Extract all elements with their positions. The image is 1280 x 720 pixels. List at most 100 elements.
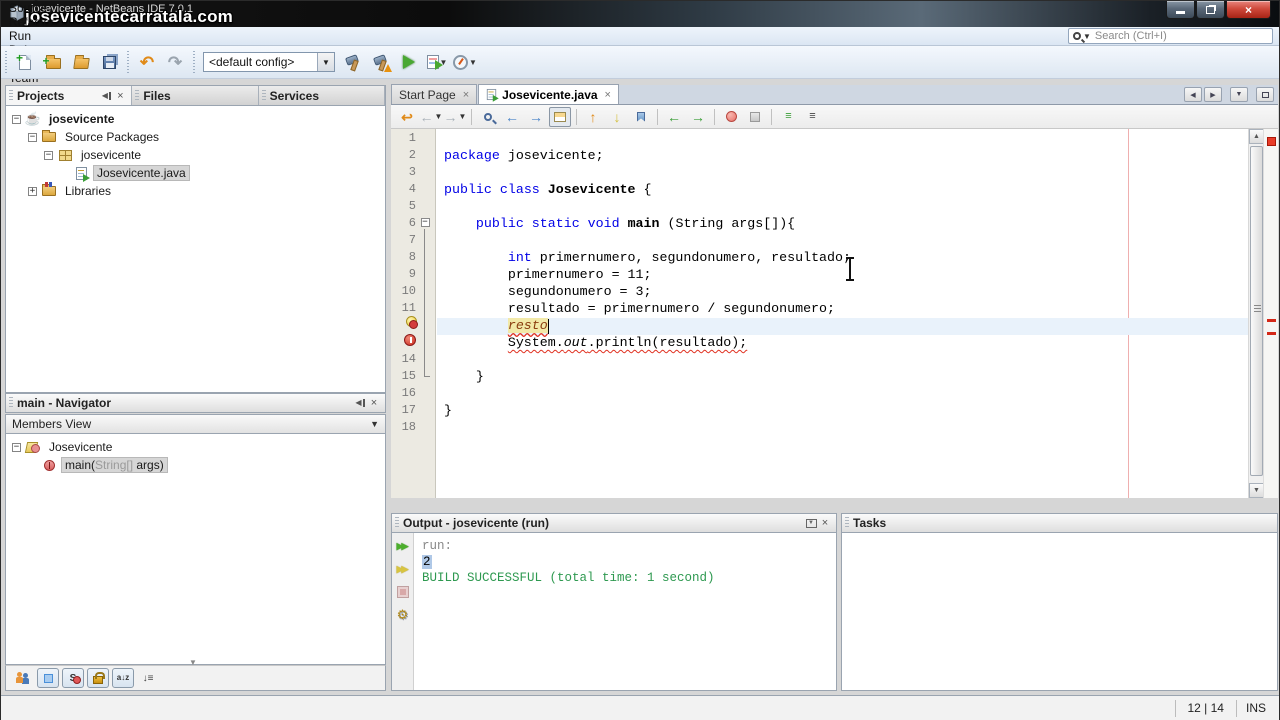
open-project-button[interactable] bbox=[68, 49, 94, 75]
code-line-11[interactable]: resultado = primernumero / segundonumero… bbox=[437, 301, 1248, 318]
gutter-line[interactable]: 18 bbox=[391, 418, 435, 435]
code-line-6[interactable]: public static void main (String args[]){ bbox=[437, 216, 1248, 233]
gutter-line[interactable]: 5 bbox=[391, 197, 435, 214]
toggle-highlight-button[interactable] bbox=[549, 106, 571, 127]
minimize-group-icon[interactable]: ◀ bbox=[353, 396, 367, 410]
tasks-titlebar[interactable]: Tasks bbox=[841, 513, 1278, 533]
float-window-icon[interactable]: ▼ bbox=[804, 516, 818, 530]
scroll-down-icon[interactable]: ▼ bbox=[1249, 483, 1264, 498]
project-item-josevicente[interactable]: − ☕ josevicente bbox=[6, 110, 385, 128]
debug-project-button[interactable]: ▼ bbox=[424, 49, 450, 75]
toggle-bookmark-button[interactable] bbox=[630, 107, 652, 127]
tab-files[interactable]: Files bbox=[132, 86, 259, 105]
minimize-button[interactable] bbox=[1166, 1, 1195, 19]
rerun-with-config-button[interactable]: ▶▶ bbox=[394, 560, 412, 578]
new-file-button[interactable]: + bbox=[12, 49, 38, 75]
tab-services[interactable]: Services bbox=[258, 86, 385, 105]
project-item-josevicente-java[interactable]: Josevicente.java bbox=[6, 164, 385, 182]
shift-right-button[interactable]: → bbox=[687, 107, 709, 127]
close-output-icon[interactable]: × bbox=[818, 516, 832, 530]
close-button[interactable]: × bbox=[1226, 1, 1271, 19]
config-dropdown-icon[interactable]: ▼ bbox=[317, 53, 334, 71]
ant-settings-button[interactable]: ⚙ bbox=[394, 606, 412, 624]
tab-josevicente-java[interactable]: Josevicente.java × bbox=[478, 84, 619, 104]
profile-project-button[interactable]: ▼ bbox=[452, 49, 478, 75]
code-line-3[interactable] bbox=[437, 165, 1248, 182]
tab-list-dropdown-button[interactable]: ▼ bbox=[1230, 87, 1248, 102]
gutter-line[interactable]: 16 bbox=[391, 384, 435, 401]
gutter-line[interactable]: 1 bbox=[391, 129, 435, 146]
next-bookmark-button[interactable]: ↓ bbox=[606, 107, 628, 127]
close-tab-icon[interactable]: × bbox=[605, 89, 611, 101]
scroll-tabs-right-button[interactable]: ▶ bbox=[1204, 87, 1222, 102]
code-line-15[interactable]: } bbox=[437, 369, 1248, 386]
minimize-group-icon[interactable]: ◀ bbox=[99, 89, 113, 103]
menu-item-refactor[interactable]: Refactor bbox=[1, 15, 64, 29]
code-pane[interactable]: package josevicente; public class Josevic… bbox=[437, 129, 1248, 498]
menu-item-run[interactable]: Run bbox=[1, 29, 64, 43]
code-line-13[interactable]: System.out.println(resultado); bbox=[437, 335, 1248, 352]
find-selection-button[interactable] bbox=[477, 107, 499, 127]
code-editor[interactable]: 1 2 3 4 5 6−7 8 9 10 11 14 15 16 17 18 package josevic… bbox=[391, 129, 1278, 498]
undo-button[interactable]: ↶ bbox=[134, 49, 160, 75]
global-error-indicator[interactable] bbox=[1267, 137, 1276, 146]
scroll-up-icon[interactable]: ▲ bbox=[1249, 129, 1264, 144]
gutter-line[interactable]: 3 bbox=[391, 163, 435, 180]
project-item-libraries[interactable]: + Libraries bbox=[6, 182, 385, 200]
expand-handle-icon[interactable]: + bbox=[28, 186, 37, 196]
project-item-josevicente[interactable]: − josevicente bbox=[6, 146, 385, 164]
show-non-public-button[interactable] bbox=[87, 668, 109, 688]
uncomment-button[interactable]: ≡ bbox=[801, 107, 823, 127]
error-badge-icon[interactable] bbox=[404, 333, 416, 346]
start-macro-button[interactable] bbox=[720, 107, 742, 127]
redo-button[interactable]: ↷ bbox=[162, 49, 188, 75]
collapse-handle-icon[interactable]: − bbox=[12, 442, 21, 452]
clean-build-button[interactable] bbox=[368, 49, 394, 75]
code-line-7[interactable] bbox=[437, 233, 1248, 250]
new-project-button[interactable]: + bbox=[40, 49, 66, 75]
back-button[interactable]: ← ▼ bbox=[420, 107, 443, 127]
gutter-line[interactable]: 4 bbox=[391, 180, 435, 197]
search-box[interactable]: ▼ Search (Ctrl+I) bbox=[1068, 28, 1273, 44]
menu-item-source[interactable]: Source bbox=[1, 1, 64, 15]
find-previous-button[interactable]: ← bbox=[501, 107, 523, 127]
tab-projects[interactable]: Projects ◀ × bbox=[6, 86, 133, 105]
show-inherited-button[interactable] bbox=[12, 668, 34, 688]
show-fields-button[interactable] bbox=[37, 668, 59, 688]
error-stripe[interactable] bbox=[1263, 129, 1278, 498]
code-line-14[interactable] bbox=[437, 352, 1248, 369]
code-line-8[interactable]: int primernumero, segundonumero, resulta… bbox=[437, 250, 1248, 267]
code-line-10[interactable]: segundonumero = 3; bbox=[437, 284, 1248, 301]
output-console[interactable]: run: 2 BUILD SUCCESSFUL (total time: 1 sec… bbox=[414, 533, 836, 690]
code-line-4[interactable]: public class Josevicente { bbox=[437, 182, 1248, 199]
show-static-button[interactable]: S bbox=[62, 668, 84, 688]
navigator-titlebar[interactable]: main - Navigator ◀ × bbox=[5, 393, 386, 413]
run-project-button[interactable] bbox=[396, 49, 422, 75]
error-mark[interactable] bbox=[1267, 319, 1276, 322]
code-line-9[interactable]: primernumero = 11; bbox=[437, 267, 1248, 284]
members-view-dropdown[interactable]: Members View ▼ bbox=[5, 414, 386, 434]
sort-alphabetically-button[interactable]: a↓z bbox=[112, 668, 134, 688]
navigator-item-josevicente[interactable]: − Josevicente bbox=[6, 438, 385, 456]
shift-left-button[interactable]: ← bbox=[663, 107, 685, 127]
code-line-16[interactable] bbox=[437, 386, 1248, 403]
config-combobox[interactable]: <default config> ▼ bbox=[203, 52, 335, 72]
previous-bookmark-button[interactable]: ↑ bbox=[582, 107, 604, 127]
close-tab-icon[interactable]: × bbox=[463, 89, 469, 101]
stop-macro-button[interactable] bbox=[744, 107, 766, 127]
close-group-icon[interactable]: × bbox=[113, 89, 127, 103]
code-line-2[interactable]: package josevicente; bbox=[437, 148, 1248, 165]
collapse-handle-icon[interactable]: − bbox=[44, 150, 53, 160]
scrollbar-thumb[interactable] bbox=[1250, 146, 1263, 476]
code-line-5[interactable] bbox=[437, 199, 1248, 216]
close-group-icon[interactable]: × bbox=[367, 396, 381, 410]
error-mark[interactable] bbox=[1267, 332, 1276, 335]
rerun-button[interactable]: ▶▶ bbox=[394, 537, 412, 555]
comment-button[interactable]: ≡ bbox=[777, 107, 799, 127]
code-line-12[interactable]: resto bbox=[437, 318, 1248, 335]
last-edited-button[interactable]: ↩ bbox=[396, 107, 418, 127]
insert-mode-indicator[interactable]: INS bbox=[1235, 699, 1275, 717]
maximize-editor-button[interactable] bbox=[1256, 87, 1274, 102]
build-project-button[interactable] bbox=[340, 49, 366, 75]
sort-by-source-button[interactable]: ↓≡ bbox=[137, 668, 159, 688]
